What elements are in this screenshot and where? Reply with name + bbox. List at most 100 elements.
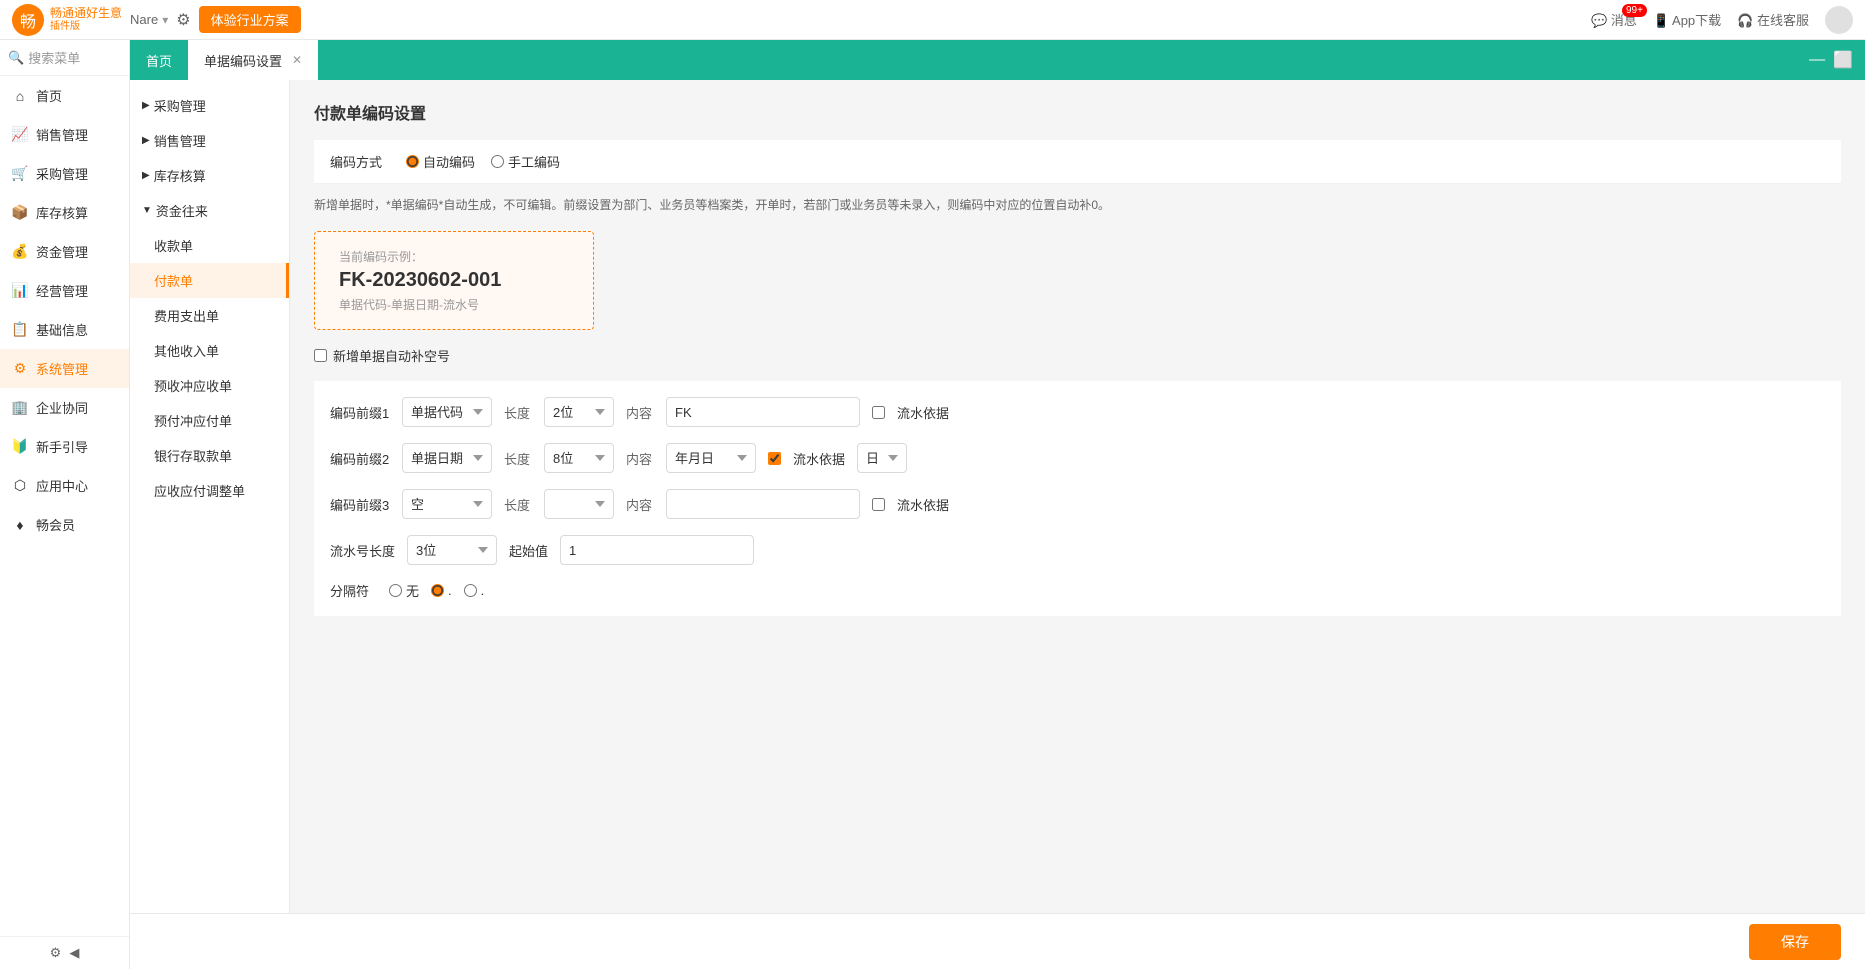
- page-title: 付款单编码设置: [314, 100, 1841, 124]
- info-text: 新增单据时，*单据编码*自动生成，不可编辑。前缀设置为部门、业务员等档案类，开单…: [314, 196, 1841, 215]
- manual-encoding-radio[interactable]: [491, 155, 504, 168]
- prefix1-label: 编码前缀1: [330, 403, 390, 422]
- sub-group-inventory-title[interactable]: ▶ 库存核算: [130, 158, 289, 193]
- sidebar-item-inventory[interactable]: 📦 库存核算: [0, 193, 129, 232]
- breadcrumb: Nare ▾ ⚙: [130, 10, 191, 30]
- sub-item-other-income[interactable]: 其他收入单: [130, 333, 289, 368]
- content1-input[interactable]: [666, 397, 860, 427]
- prefix1-select[interactable]: 单据代码: [402, 397, 492, 427]
- serial-length-label: 流水号长度: [330, 541, 395, 560]
- prefix2-select[interactable]: 单据日期: [402, 443, 492, 473]
- separator-dot-option[interactable]: .: [431, 583, 452, 598]
- sub-item-bank[interactable]: 银行存取款单: [130, 438, 289, 473]
- sub-item-prepay-ap[interactable]: 预付冲应付单: [130, 403, 289, 438]
- sub-item-adjust[interactable]: 应收应付调整单: [130, 473, 289, 508]
- sidebar-item-sales[interactable]: 📈 销售管理: [0, 115, 129, 154]
- separator-none-option[interactable]: 无: [389, 581, 419, 600]
- main-layout: 🔍 搜索菜单 ⌂ 首页 📈 销售管理 🛒 采购管理 📦 库存核算 💰 资: [0, 40, 1865, 969]
- tab-close-icon[interactable]: ✕: [292, 53, 302, 67]
- message-badge: 99+: [1622, 4, 1647, 17]
- top-bar: 畅 畅通通好生意 插件版 Nare ▾ ⚙ 体验行业方案 💬 消息 99+ 📱 …: [0, 0, 1865, 40]
- online-service[interactable]: 🎧 在线客服: [1737, 10, 1809, 29]
- sidebar-item-basic[interactable]: 📋 基础信息: [0, 310, 129, 349]
- tab-encoding-settings[interactable]: 单据编码设置 ✕: [188, 40, 318, 80]
- auto-encoding-radio[interactable]: [406, 155, 419, 168]
- sub-item-expense[interactable]: 费用支出单: [130, 298, 289, 333]
- user-avatar[interactable]: [1825, 6, 1853, 34]
- sidebar-item-purchase[interactable]: 🛒 采购管理: [0, 154, 129, 193]
- separator-dot-radio[interactable]: [431, 584, 444, 597]
- encoding-section: 编码方式 自动编码 手工编码: [314, 140, 1841, 184]
- sidebar-item-system[interactable]: ⚙ 系统管理: [0, 349, 129, 388]
- arrow-right-icon: ▶: [142, 100, 150, 111]
- sidebar-bottom: ⚙ ◀: [0, 936, 129, 969]
- sidebar-item-apps[interactable]: ⬡ 应用中心: [0, 466, 129, 505]
- purchase-icon: 🛒: [12, 166, 28, 182]
- enterprise-icon: 🏢: [12, 400, 28, 416]
- trial-button[interactable]: 体验行业方案: [199, 6, 301, 33]
- tab-bar-actions: — ⬜: [1809, 50, 1865, 70]
- sidebar-item-operations[interactable]: 📊 经营管理: [0, 271, 129, 310]
- prefix3-select[interactable]: 空: [402, 489, 492, 519]
- content2-select[interactable]: 年月日: [666, 443, 756, 473]
- auto-encoding-option[interactable]: 自动编码: [406, 152, 475, 171]
- form-section: 编码前缀1 单据代码 长度 2位 内容 流水依据: [314, 381, 1841, 616]
- breadcrumb-item[interactable]: Nare: [130, 12, 158, 27]
- arrow-down-icon: ▼: [142, 205, 152, 216]
- tab-home[interactable]: 首页: [130, 40, 188, 80]
- settings-bottom-icon[interactable]: ⚙: [50, 945, 62, 961]
- sub-item-receipt[interactable]: 收款单: [130, 228, 289, 263]
- length2-select[interactable]: 8位: [544, 443, 614, 473]
- guide-icon: 🔰: [12, 439, 28, 455]
- sub-group-sales-title[interactable]: ▶ 销售管理: [130, 123, 289, 158]
- sidebar-item-guide[interactable]: 🔰 新手引导: [0, 427, 129, 466]
- auto-fill-checkbox[interactable]: [314, 349, 327, 362]
- messages-icon[interactable]: 💬 消息 99+: [1591, 10, 1637, 29]
- start-value-input[interactable]: [560, 535, 754, 565]
- code-preview-label: 当前编码示例：: [339, 248, 569, 265]
- serial-length-row: 流水号长度 3位 起始值: [330, 535, 1825, 565]
- stream-checkbox-2[interactable]: [768, 452, 781, 465]
- sub-group-purchase-title[interactable]: ▶ 采购管理: [130, 88, 289, 123]
- stream-checkbox-1[interactable]: [872, 406, 885, 419]
- stream-checkbox-3[interactable]: [872, 498, 885, 511]
- separator-dot2-option[interactable]: .: [464, 583, 485, 598]
- logo-icon: 畅: [12, 4, 44, 36]
- start-value-label: 起始值: [509, 541, 548, 560]
- length3-label: 长度: [504, 495, 532, 514]
- apps-icon: ⬡: [12, 478, 28, 494]
- main-content: 付款单编码设置 编码方式 自动编码 手工编码: [290, 80, 1865, 913]
- sidebar-item-member[interactable]: ♦ 畅会员: [0, 505, 129, 544]
- manual-encoding-option[interactable]: 手工编码: [491, 152, 560, 171]
- serial-length-select[interactable]: 3位: [407, 535, 497, 565]
- sub-item-payment[interactable]: 付款单: [130, 263, 289, 298]
- stream-period-select[interactable]: 日: [857, 443, 907, 473]
- breadcrumb-dropdown-icon[interactable]: ▾: [162, 13, 168, 27]
- prefix3-label: 编码前缀3: [330, 495, 390, 514]
- sidebar-search[interactable]: 🔍 搜索菜单: [0, 40, 129, 76]
- sidebar-item-finance[interactable]: 💰 资金管理: [0, 232, 129, 271]
- settings-icon[interactable]: ⚙: [176, 10, 190, 30]
- separator-none-radio[interactable]: [389, 584, 402, 597]
- length1-select[interactable]: 2位: [544, 397, 614, 427]
- length1-label: 长度: [504, 403, 532, 422]
- sales-icon: 📈: [12, 127, 28, 143]
- sidebar-item-enterprise[interactable]: 🏢 企业协同: [0, 388, 129, 427]
- sidebar-nav: ⌂ 首页 📈 销售管理 🛒 采购管理 📦 库存核算 💰 资金管理 📊 经营: [0, 76, 129, 936]
- length3-select[interactable]: [544, 489, 614, 519]
- tab-minimize-button[interactable]: —: [1809, 51, 1825, 69]
- tab-maximize-button[interactable]: ⬜: [1833, 50, 1853, 70]
- app-download[interactable]: 📱 App下载: [1653, 10, 1721, 29]
- collapse-icon[interactable]: ◀: [69, 945, 79, 961]
- content3-input[interactable]: [666, 489, 860, 519]
- separator-row: 分隔符 无 . .: [330, 581, 1825, 600]
- sidebar-item-home[interactable]: ⌂ 首页: [0, 76, 129, 115]
- search-icon: 🔍: [8, 50, 24, 66]
- separator-dot2-radio[interactable]: [464, 584, 477, 597]
- sub-group-finance-title[interactable]: ▼ 资金往来: [130, 193, 289, 228]
- logo: 畅 畅通通好生意 插件版: [12, 4, 122, 36]
- sidebar: 🔍 搜索菜单 ⌂ 首页 📈 销售管理 🛒 采购管理 📦 库存核算 💰 资: [0, 40, 130, 969]
- basic-icon: 📋: [12, 322, 28, 338]
- save-button[interactable]: 保存: [1749, 924, 1841, 960]
- sub-item-prepay-ar[interactable]: 预收冲应收单: [130, 368, 289, 403]
